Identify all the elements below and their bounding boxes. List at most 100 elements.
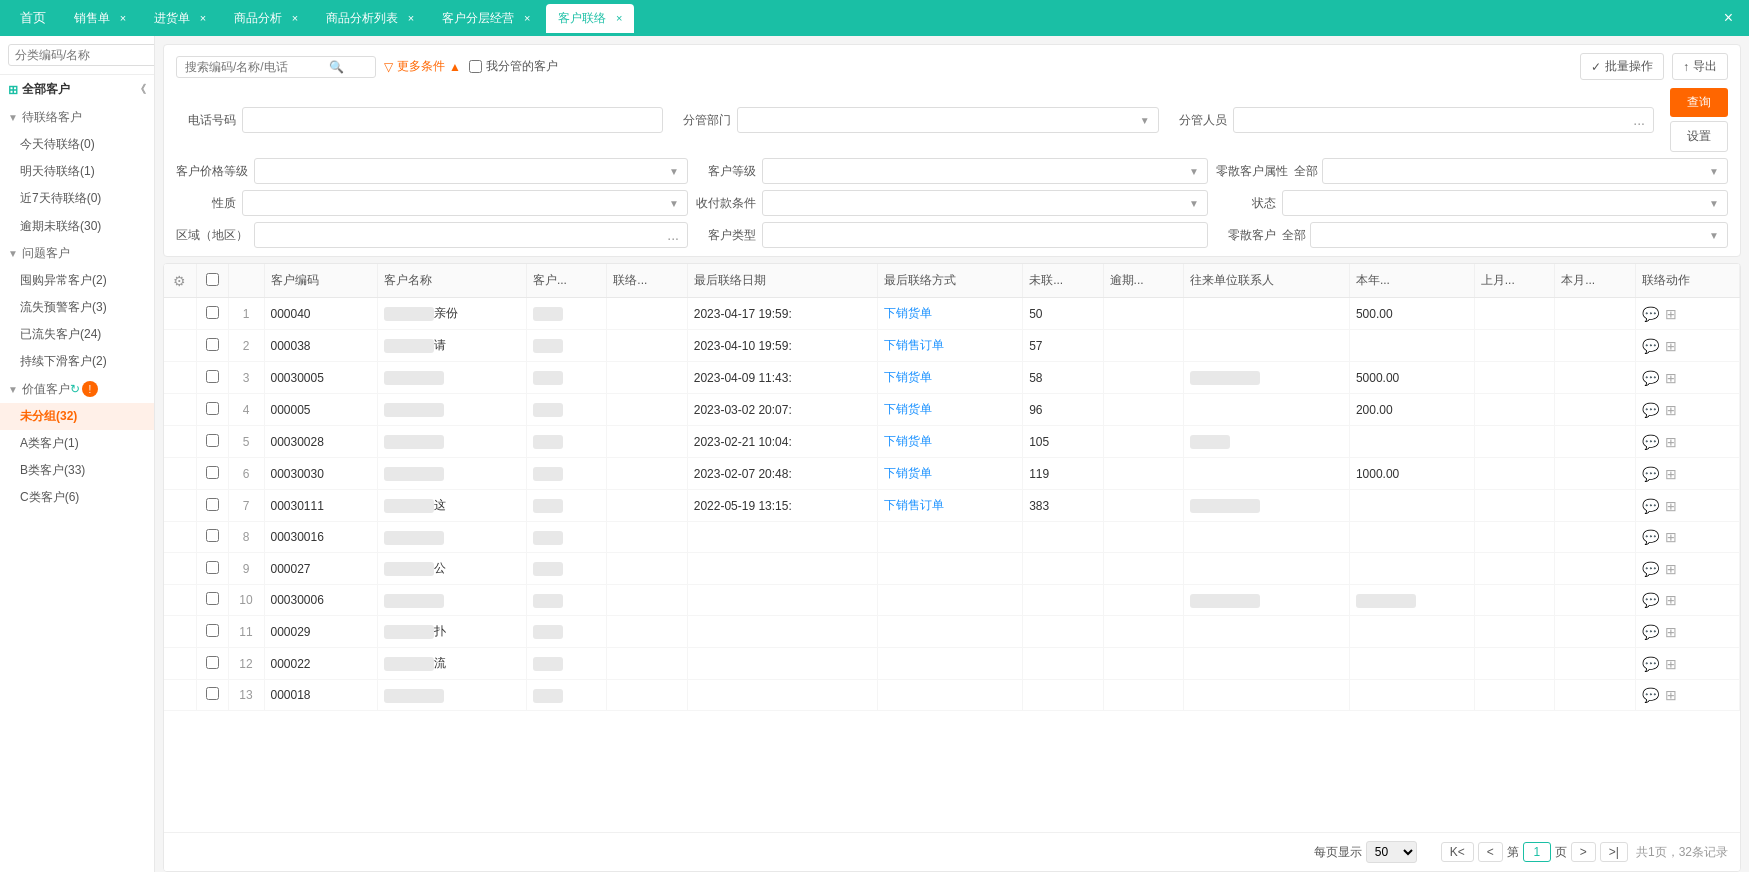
- filter-more-conditions[interactable]: ▽ 更多条件 ▲: [384, 58, 461, 75]
- td-check[interactable]: [196, 330, 228, 362]
- filter-customer-type-input[interactable]: [762, 222, 1208, 248]
- row-checkbox[interactable]: [206, 402, 219, 415]
- last-page-button[interactable]: >|: [1600, 842, 1628, 862]
- action-grid-icon[interactable]: ⊞: [1665, 466, 1677, 482]
- action-message-icon[interactable]: 💬: [1642, 656, 1659, 672]
- row-checkbox[interactable]: [206, 687, 219, 700]
- last-method-link[interactable]: 下销货单: [884, 402, 932, 416]
- row-checkbox[interactable]: [206, 306, 219, 319]
- sidebar-item-unassigned[interactable]: 未分组(32): [0, 403, 154, 430]
- row-checkbox[interactable]: [206, 434, 219, 447]
- td-check[interactable]: [196, 680, 228, 711]
- row-checkbox[interactable]: [206, 624, 219, 637]
- collapse-sidebar-icon[interactable]: 《: [135, 82, 146, 97]
- close-product-analysis-tab[interactable]: ×: [292, 12, 298, 24]
- action-grid-icon[interactable]: ⊞: [1665, 592, 1677, 608]
- action-grid-icon[interactable]: ⊞: [1665, 498, 1677, 514]
- last-method-link[interactable]: 下销货单: [884, 466, 932, 480]
- td-check[interactable]: [196, 426, 228, 458]
- refresh-icon[interactable]: ↻: [70, 382, 80, 396]
- action-message-icon[interactable]: 💬: [1642, 306, 1659, 322]
- td-check[interactable]: [196, 298, 228, 330]
- sidebar-search-input[interactable]: [8, 44, 155, 66]
- sidebar-item-hoard-abnormal[interactable]: 囤购异常客户(2): [0, 267, 154, 294]
- sidebar-item-class-a[interactable]: A类客户(1): [0, 430, 154, 457]
- reset-button[interactable]: 设置: [1670, 121, 1728, 152]
- filter-gender-input[interactable]: ▼: [242, 190, 688, 216]
- td-check[interactable]: [196, 362, 228, 394]
- sidebar-item-churn-warning[interactable]: 流失预警客户(3): [0, 294, 154, 321]
- tab-product-analysis[interactable]: 商品分析 ×: [222, 4, 310, 33]
- td-check[interactable]: [196, 458, 228, 490]
- sidebar-item-class-b[interactable]: B类客户(33): [0, 457, 154, 484]
- close-sales-tab[interactable]: ×: [120, 12, 126, 24]
- row-checkbox[interactable]: [206, 561, 219, 574]
- sidebar-item-tomorrow-pending[interactable]: 明天待联络(1): [0, 158, 154, 185]
- action-grid-icon[interactable]: ⊞: [1665, 687, 1677, 703]
- tab-customer-contact[interactable]: 客户联络 ×: [546, 4, 634, 33]
- filter-status-input[interactable]: ▼: [1282, 190, 1728, 216]
- action-message-icon[interactable]: 💬: [1642, 434, 1659, 450]
- pending-contact-group[interactable]: ▼ 待联络客户: [0, 104, 154, 131]
- page-size-dropdown[interactable]: 50 100 200: [1366, 841, 1417, 863]
- select-all-checkbox[interactable]: [206, 273, 219, 286]
- row-checkbox[interactable]: [206, 370, 219, 383]
- action-grid-icon[interactable]: ⊞: [1665, 624, 1677, 640]
- filter-dept-input[interactable]: ▼: [737, 107, 1158, 133]
- filter-retail-customer-input[interactable]: ▼: [1310, 222, 1728, 248]
- settings-gear-icon[interactable]: ⚙: [173, 273, 186, 289]
- action-message-icon[interactable]: 💬: [1642, 624, 1659, 640]
- close-purchase-tab[interactable]: ×: [200, 12, 206, 24]
- action-grid-icon[interactable]: ⊞: [1665, 402, 1677, 418]
- tab-home[interactable]: 首页: [8, 3, 58, 33]
- sidebar-item-class-c[interactable]: C类客户(6): [0, 484, 154, 511]
- close-product-list-tab[interactable]: ×: [408, 12, 414, 24]
- sidebar-item-today-pending[interactable]: 今天待联络(0): [0, 131, 154, 158]
- problem-customers-group[interactable]: ▼ 问题客户: [0, 240, 154, 267]
- action-grid-icon[interactable]: ⊞: [1665, 561, 1677, 577]
- sidebar-item-overdue-pending[interactable]: 逾期未联络(30): [0, 213, 154, 240]
- close-customer-contact-tab[interactable]: ×: [616, 12, 622, 24]
- table-scroll[interactable]: ⚙ 客户编码 客户名称 客户... 联络... 最后联络日期 最后联络方式: [164, 264, 1740, 832]
- filter-retail-attr-input[interactable]: ▼: [1322, 158, 1728, 184]
- action-grid-icon[interactable]: ⊞: [1665, 656, 1677, 672]
- close-all-tabs[interactable]: ×: [1716, 9, 1741, 27]
- filter-payment-input[interactable]: ▼: [762, 190, 1208, 216]
- sidebar-item-churned[interactable]: 已流失客户(24): [0, 321, 154, 348]
- all-customers-header[interactable]: ⊞ 全部客户 《: [0, 75, 154, 104]
- td-check[interactable]: [196, 553, 228, 585]
- action-message-icon[interactable]: 💬: [1642, 466, 1659, 482]
- filter-manager-input[interactable]: ...: [1233, 107, 1654, 133]
- action-message-icon[interactable]: 💬: [1642, 402, 1659, 418]
- my-customer-check[interactable]: [469, 60, 482, 73]
- tab-purchase[interactable]: 进货单 ×: [142, 4, 218, 33]
- search-button[interactable]: 查询: [1670, 88, 1728, 117]
- filter-region-input[interactable]: ...: [254, 222, 688, 248]
- th-check[interactable]: [196, 264, 228, 298]
- row-checkbox[interactable]: [206, 498, 219, 511]
- filter-search-icon[interactable]: 🔍: [329, 60, 344, 74]
- action-message-icon[interactable]: 💬: [1642, 529, 1659, 545]
- action-grid-icon[interactable]: ⊞: [1665, 370, 1677, 386]
- td-check[interactable]: [196, 490, 228, 522]
- action-message-icon[interactable]: 💬: [1642, 370, 1659, 386]
- prev-page-button[interactable]: <: [1478, 842, 1503, 862]
- td-check[interactable]: [196, 522, 228, 553]
- row-checkbox[interactable]: [206, 529, 219, 542]
- tab-product-list[interactable]: 商品分析列表 ×: [314, 4, 426, 33]
- value-customers-group[interactable]: ▼ 价值客户 ↻ !: [0, 376, 154, 403]
- filter-my-customer-checkbox[interactable]: 我分管的客户: [469, 58, 558, 75]
- last-method-link[interactable]: 下销货单: [884, 306, 932, 320]
- action-message-icon[interactable]: 💬: [1642, 498, 1659, 514]
- th-settings[interactable]: ⚙: [164, 264, 196, 298]
- last-method-link[interactable]: 下销货单: [884, 370, 932, 384]
- filter-phone-input[interactable]: [242, 107, 663, 133]
- first-page-button[interactable]: K<: [1441, 842, 1474, 862]
- row-checkbox[interactable]: [206, 592, 219, 605]
- td-check[interactable]: [196, 394, 228, 426]
- filter-customer-level-input[interactable]: ▼: [762, 158, 1208, 184]
- filter-search-input[interactable]: [185, 60, 325, 74]
- current-page-number[interactable]: 1: [1523, 842, 1551, 862]
- action-grid-icon[interactable]: ⊞: [1665, 434, 1677, 450]
- action-grid-icon[interactable]: ⊞: [1665, 338, 1677, 354]
